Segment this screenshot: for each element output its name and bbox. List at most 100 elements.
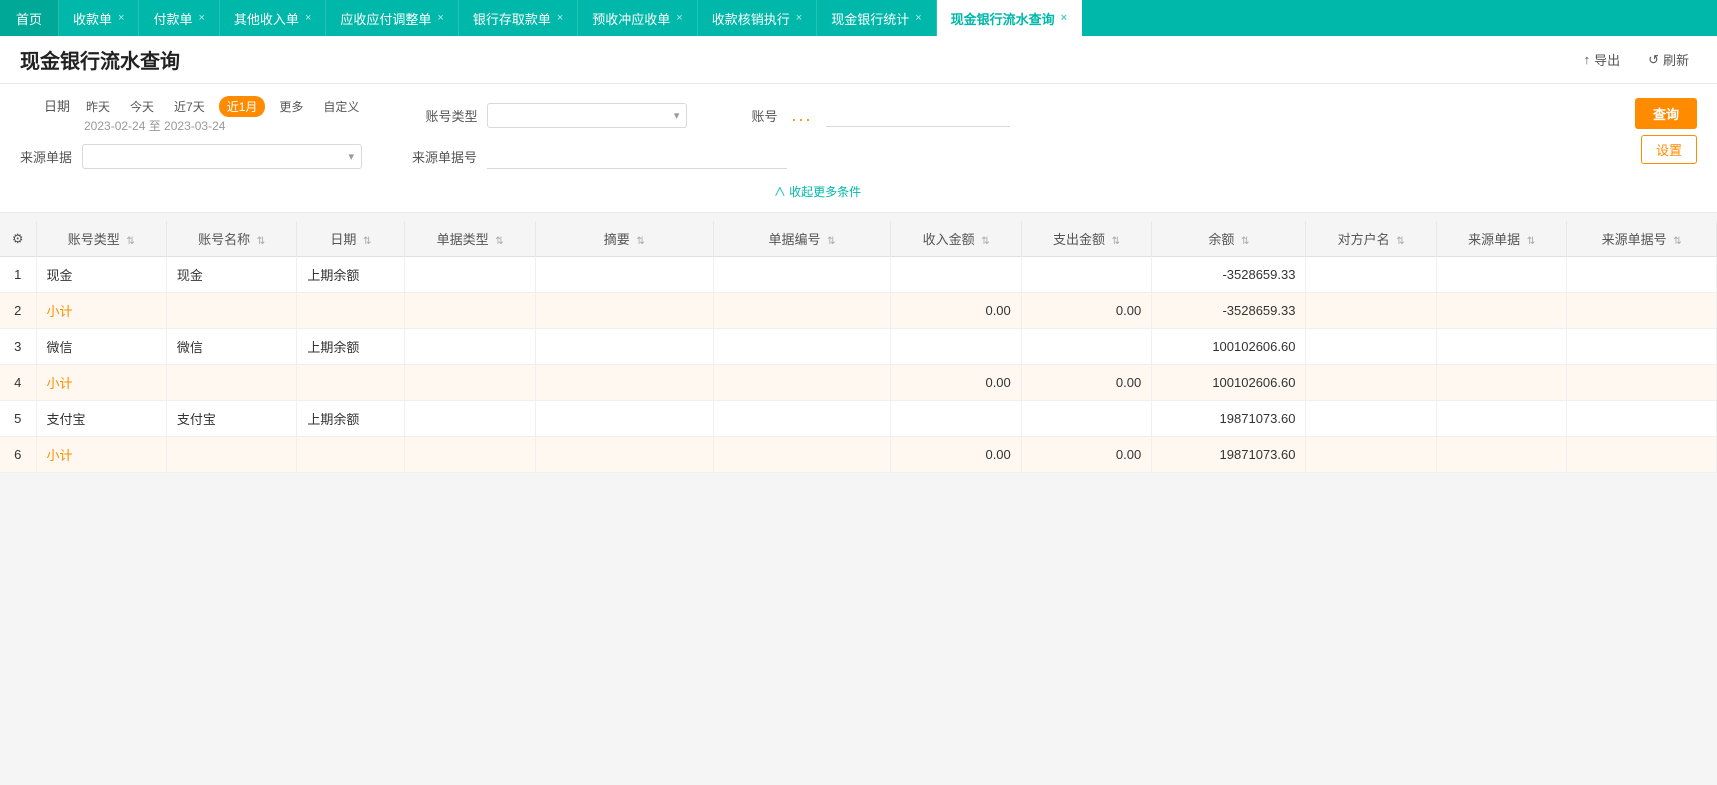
query-button[interactable]: 查询 xyxy=(1635,98,1697,129)
date-option-custom[interactable]: 自定义 xyxy=(317,96,365,117)
row-doc-type xyxy=(405,257,535,293)
nav-tab-5[interactable]: 预收冲应收单 × xyxy=(578,0,697,36)
row-no: 1 xyxy=(0,257,36,293)
date-option-1month[interactable]: 近1月 xyxy=(219,96,266,117)
row-doc-no xyxy=(713,257,891,293)
row-doc-no xyxy=(713,329,891,365)
col-account-name[interactable]: 账号名称 ⇅ xyxy=(166,221,296,257)
row-income xyxy=(891,329,1021,365)
row-balance: 19871073.60 xyxy=(1152,437,1306,473)
close-tab-8-icon[interactable]: × xyxy=(1061,12,1067,24)
table-header-row: ⚙ 账号类型 ⇅ 账号名称 ⇅ 日期 ⇅ 单据类型 ⇅ xyxy=(0,221,1717,257)
row-account-type: 现金 xyxy=(36,257,166,293)
row-summary xyxy=(535,437,713,473)
row-source-doc-no xyxy=(1567,365,1717,401)
col-summary[interactable]: 摘要 ⇅ xyxy=(535,221,713,257)
row-source-doc-no xyxy=(1567,293,1717,329)
date-option-today[interactable]: 今天 xyxy=(124,96,160,117)
row-no: 5 xyxy=(0,401,36,437)
date-option-yesterday[interactable]: 昨天 xyxy=(80,96,116,117)
row-no: 6 xyxy=(0,437,36,473)
nav-tab-1[interactable]: 付款单 × xyxy=(139,0,219,36)
nav-tab-8[interactable]: 现金银行流水查询 × xyxy=(937,0,1082,36)
row-account-name: 现金 xyxy=(166,257,296,293)
date-range: 2023-02-24 至 2023-03-24 xyxy=(84,117,365,134)
row-summary xyxy=(535,329,713,365)
col-balance[interactable]: 余额 ⇅ xyxy=(1152,221,1306,257)
row-no: 3 xyxy=(0,329,36,365)
row-account-name: 微信 xyxy=(166,329,296,365)
header-actions: ↑ 导出 ↺ 刷新 xyxy=(1576,46,1697,73)
row-expense: 0.00 xyxy=(1021,437,1151,473)
nav-tab-2[interactable]: 其他收入单 × xyxy=(220,0,326,36)
close-tab-2-icon[interactable]: × xyxy=(305,12,311,24)
row-source-doc xyxy=(1436,257,1566,293)
close-tab-0-icon[interactable]: × xyxy=(118,12,124,24)
export-icon: ↑ xyxy=(1584,52,1591,67)
date-option-more[interactable]: 更多 xyxy=(273,96,309,117)
col-source-doc[interactable]: 来源单据 ⇅ xyxy=(1436,221,1566,257)
account-input[interactable] xyxy=(826,103,1010,127)
row-doc-type xyxy=(405,437,535,473)
page-header: 现金银行流水查询 ↑ 导出 ↺ 刷新 xyxy=(0,36,1717,84)
filter-right-actions: 查询 设置 xyxy=(1635,96,1697,164)
close-tab-1-icon[interactable]: × xyxy=(198,12,204,24)
close-tab-6-icon[interactable]: × xyxy=(796,12,802,24)
col-doc-no[interactable]: 单据编号 ⇅ xyxy=(713,221,891,257)
row-doc-type xyxy=(405,365,535,401)
source-doc-no-input[interactable] xyxy=(487,145,787,169)
export-button[interactable]: ↑ 导出 xyxy=(1576,46,1629,73)
nav-home[interactable]: 首页 xyxy=(0,0,59,36)
nav-tab-4[interactable]: 银行存取款单 × xyxy=(459,0,578,36)
col-date[interactable]: 日期 ⇅ xyxy=(297,221,405,257)
row-counterparty xyxy=(1306,401,1436,437)
settings-button[interactable]: 设置 xyxy=(1641,135,1697,164)
row-account-type: 小计 xyxy=(36,437,166,473)
close-tab-7-icon[interactable]: × xyxy=(915,12,921,24)
row-counterparty xyxy=(1306,293,1436,329)
col-account-type[interactable]: 账号类型 ⇅ xyxy=(36,221,166,257)
row-summary xyxy=(535,257,713,293)
sort-doc-no-icon: ⇅ xyxy=(827,236,835,247)
account-type-select[interactable] xyxy=(487,103,687,128)
nav-tab-3[interactable]: 应收应付调整单 × xyxy=(326,0,458,36)
row-doc-no xyxy=(713,365,891,401)
col-expense[interactable]: 支出金额 ⇅ xyxy=(1021,221,1151,257)
page-title: 现金银行流水查询 xyxy=(20,45,180,74)
row-income: 0.00 xyxy=(891,365,1021,401)
row-account-name xyxy=(166,437,296,473)
close-tab-3-icon[interactable]: × xyxy=(437,12,443,24)
row-summary xyxy=(535,293,713,329)
col-source-doc-no[interactable]: 来源单据号 ⇅ xyxy=(1567,221,1717,257)
col-counterparty[interactable]: 对方户名 ⇅ xyxy=(1306,221,1436,257)
refresh-button[interactable]: ↺ 刷新 xyxy=(1640,46,1697,73)
source-doc-label: 来源单据 xyxy=(20,147,72,166)
row-source-doc xyxy=(1436,329,1566,365)
nav-tab-7[interactable]: 现金银行统计 × xyxy=(817,0,936,36)
date-option-7days[interactable]: 近7天 xyxy=(168,96,211,117)
sort-expense-icon: ⇅ xyxy=(1112,236,1120,247)
sort-account-name-icon: ⇅ xyxy=(257,236,265,247)
sort-income-icon: ⇅ xyxy=(981,236,989,247)
nav-tab-0[interactable]: 收款单 × xyxy=(59,0,139,36)
row-account-type: 支付宝 xyxy=(36,401,166,437)
collapse-bar[interactable]: ∧ 收起更多条件 xyxy=(20,179,1615,204)
col-settings[interactable]: ⚙ xyxy=(0,221,36,257)
source-doc-select[interactable] xyxy=(82,144,362,169)
col-income[interactable]: 收入金额 ⇅ xyxy=(891,221,1021,257)
sort-source-doc-icon: ⇅ xyxy=(1527,236,1535,247)
row-account-name xyxy=(166,293,296,329)
row-expense: 0.00 xyxy=(1021,365,1151,401)
sort-doc-type-icon: ⇅ xyxy=(495,236,503,247)
row-date: 上期余额 xyxy=(297,257,405,293)
sort-summary-icon: ⇅ xyxy=(636,236,644,247)
row-doc-type xyxy=(405,401,535,437)
nav-tab-6[interactable]: 收款核销执行 × xyxy=(698,0,817,36)
account-dots-button[interactable]: ... xyxy=(787,105,816,126)
close-tab-4-icon[interactable]: × xyxy=(557,12,563,24)
close-tab-5-icon[interactable]: × xyxy=(676,12,682,24)
col-doc-type[interactable]: 单据类型 ⇅ xyxy=(405,221,535,257)
row-income xyxy=(891,257,1021,293)
row-source-doc xyxy=(1436,401,1566,437)
table-row: 6小计0.000.0019871073.60 xyxy=(0,437,1717,473)
